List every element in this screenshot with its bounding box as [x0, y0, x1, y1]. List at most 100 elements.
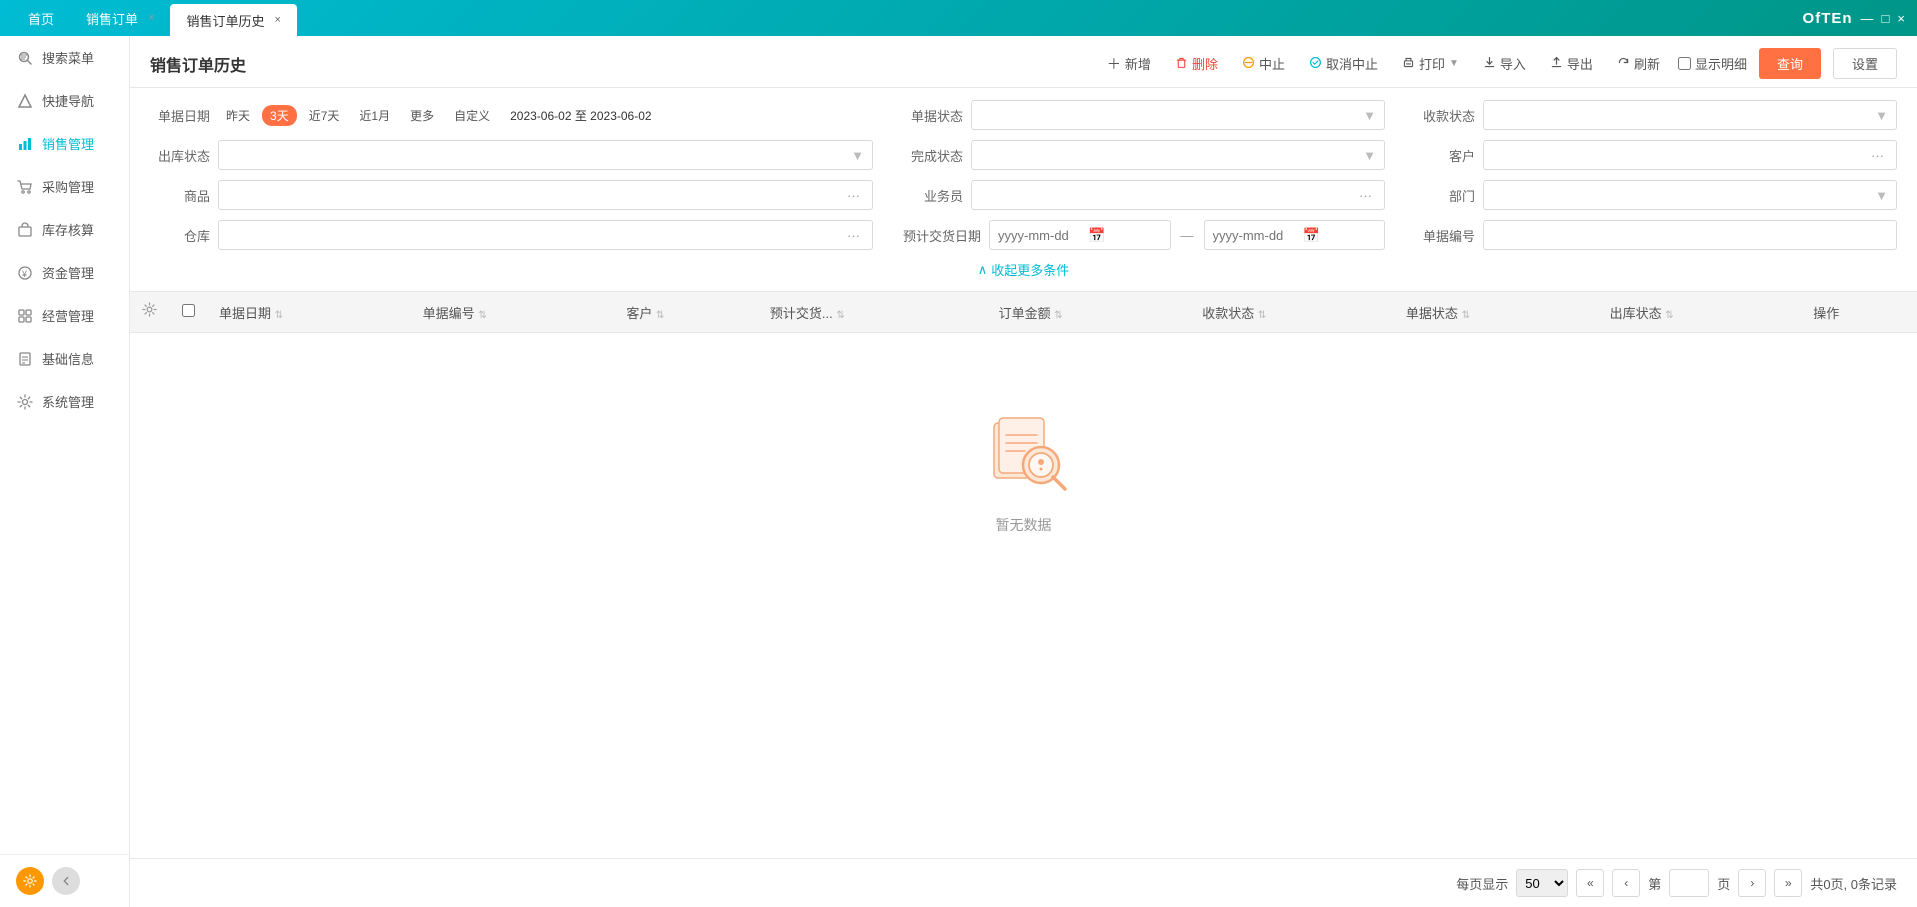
sidebar-item-system[interactable]: 系统管理	[0, 380, 129, 423]
display-detail-checkbox[interactable]	[1678, 57, 1691, 70]
warehouse-more-icon[interactable]: ···	[843, 228, 864, 243]
filter-warehouse: 仓库 ···	[150, 220, 873, 250]
stop-icon	[1242, 56, 1255, 72]
sort-customer-icon: ⇅	[656, 310, 664, 321]
maximize-btn[interactable]: □	[1882, 11, 1890, 26]
import-button[interactable]: 导入	[1477, 50, 1532, 77]
display-detail-toggle[interactable]: 显示明细	[1678, 54, 1747, 73]
warehouse-select[interactable]: ···	[218, 220, 873, 250]
sort-outbound-status-icon: ⇅	[1665, 310, 1673, 321]
expected-delivery-to[interactable]: 📅	[1204, 220, 1386, 250]
th-voucher-no[interactable]: 单据编号 ⇅	[411, 292, 615, 333]
top-bar: 首页 销售订单 × 销售订单历史 × OfTEn — □ ×	[0, 0, 1917, 36]
stop-button[interactable]: 中止	[1236, 50, 1291, 77]
salesperson-select[interactable]: ···	[971, 180, 1385, 210]
sidebar-item-finance[interactable]: ¥ 资金管理	[0, 251, 129, 294]
first-page-button[interactable]: «	[1576, 869, 1604, 897]
empty-state-container: 暂无数据	[130, 333, 1917, 575]
sidebar-item-purchase-mgmt[interactable]: 采购管理	[0, 165, 129, 208]
filter-receipt-status: 收款状态 ▼	[1415, 100, 1897, 130]
th-order-amount[interactable]: 订单金额 ⇅	[987, 292, 1191, 333]
filter-outbound-status-label: 出库状态	[150, 146, 210, 165]
sidebar-item-sales-mgmt-label: 销售管理	[42, 134, 94, 153]
filter-expected-delivery-label: 预计交货日期	[903, 226, 981, 245]
date-tag-1month[interactable]: 近1月	[351, 105, 398, 126]
th-receipt-status[interactable]: 收款状态 ⇅	[1190, 292, 1394, 333]
sidebar-item-quick-nav[interactable]: 快捷导航	[0, 79, 129, 122]
voucher-number-input[interactable]	[1483, 220, 1897, 250]
tab-home[interactable]: 首页	[12, 0, 70, 36]
add-button[interactable]: ＋ 新增	[1101, 50, 1157, 78]
content-area: 销售订单历史 ＋ 新增 删除 中止	[130, 36, 1917, 907]
print-button[interactable]: 打印 ▼	[1396, 50, 1465, 77]
voucher-status-select[interactable]: ▼	[971, 100, 1385, 130]
date-tag-7days[interactable]: 近7天	[301, 105, 348, 126]
expected-delivery-to-input[interactable]	[1213, 228, 1303, 243]
expected-delivery-from[interactable]: 📅	[989, 220, 1171, 250]
filter-voucher-date-control: 昨天 3天 近7天 近1月 更多 自定义 2023-06-02 至 2023-0…	[218, 105, 873, 126]
finance-icon: ¥	[16, 264, 34, 282]
delete-button[interactable]: 删除	[1169, 50, 1224, 77]
date-tag-more[interactable]: 更多	[402, 105, 442, 126]
filter-product-control: ···	[218, 180, 873, 210]
close-btn[interactable]: ×	[1897, 11, 1905, 26]
expected-delivery-to-calendar-icon[interactable]: 📅	[1303, 227, 1320, 244]
filter-receipt-status-control: ▼	[1483, 100, 1897, 130]
select-all-checkbox[interactable]	[182, 304, 195, 317]
sidebar-item-basic-info[interactable]: 基础信息	[0, 337, 129, 380]
refresh-button[interactable]: 刷新	[1611, 50, 1666, 77]
page-size-select[interactable]: 10 20 50 100	[1516, 869, 1568, 897]
date-tag-yesterday[interactable]: 昨天	[218, 105, 258, 126]
expected-delivery-from-calendar-icon[interactable]: 📅	[1088, 227, 1105, 244]
filter-department-control: ▼	[1483, 180, 1897, 210]
th-outbound-status[interactable]: 出库状态 ⇅	[1598, 292, 1802, 333]
table-settings-button[interactable]	[142, 302, 157, 322]
th-voucher-status[interactable]: 单据状态 ⇅	[1394, 292, 1598, 333]
filter-salesperson-control: ···	[971, 180, 1385, 210]
th-customer[interactable]: 客户 ⇅	[614, 292, 758, 333]
department-select[interactable]: ▼	[1483, 180, 1897, 210]
date-tag-3days[interactable]: 3天	[262, 105, 297, 126]
completion-status-select[interactable]: ▼	[971, 140, 1385, 170]
last-page-button[interactable]: »	[1774, 869, 1802, 897]
filter-voucher-number-label: 单据编号	[1415, 226, 1475, 245]
collapse-sidebar-icon[interactable]	[52, 867, 80, 895]
date-tag-custom[interactable]: 自定义	[446, 105, 498, 126]
customer-more-icon[interactable]: ···	[1867, 148, 1888, 163]
filter-expected-delivery-control: 📅 — 📅	[989, 220, 1385, 250]
settings-button[interactable]: 设置	[1833, 48, 1897, 79]
sidebar-item-inventory[interactable]: 库存核算	[0, 208, 129, 251]
product-more-icon[interactable]: ···	[843, 188, 864, 203]
export-button[interactable]: 导出	[1544, 50, 1599, 77]
sidebar-item-sales-mgmt[interactable]: 销售管理	[0, 122, 129, 165]
expected-delivery-from-input[interactable]	[998, 228, 1088, 243]
query-button[interactable]: 查询	[1759, 48, 1821, 79]
th-expected-delivery[interactable]: 预计交货... ⇅	[758, 292, 987, 333]
sidebar-item-search-menu[interactable]: 搜索菜单	[0, 36, 129, 79]
cancel-stop-button[interactable]: 取消中止	[1303, 50, 1384, 77]
sidebar-item-operations[interactable]: 经营管理	[0, 294, 129, 337]
th-voucher-date[interactable]: 单据日期 ⇅	[207, 292, 411, 333]
operations-icon	[16, 307, 34, 325]
outbound-status-select[interactable]: ▼	[218, 140, 873, 170]
page-word: 第	[1648, 874, 1661, 893]
tab-sales-order-close[interactable]: ×	[148, 12, 154, 24]
tab-sales-order-history[interactable]: 销售订单历史 ×	[170, 4, 296, 36]
next-page-button[interactable]: ›	[1738, 869, 1766, 897]
salesperson-more-icon[interactable]: ···	[1355, 188, 1376, 203]
empty-state-illustration	[969, 393, 1079, 503]
th-checkbox	[170, 292, 207, 333]
minimize-btn[interactable]: —	[1861, 11, 1874, 26]
receipt-status-select[interactable]: ▼	[1483, 100, 1897, 130]
tab-sales-order[interactable]: 销售订单 ×	[70, 0, 170, 36]
collapse-filter-button[interactable]: ∧ 收起更多条件	[150, 260, 1897, 279]
prev-page-button[interactable]: ‹	[1612, 869, 1640, 897]
settings-bottom-icon[interactable]	[16, 867, 44, 895]
sidebar-bottom	[0, 854, 129, 907]
customer-select[interactable]: ···	[1483, 140, 1897, 170]
page-number-input[interactable]: 1	[1669, 869, 1709, 897]
tab-sales-order-history-close[interactable]: ×	[274, 14, 280, 26]
refresh-icon	[1617, 56, 1630, 72]
svg-text:¥: ¥	[21, 269, 28, 279]
product-select[interactable]: ···	[218, 180, 873, 210]
